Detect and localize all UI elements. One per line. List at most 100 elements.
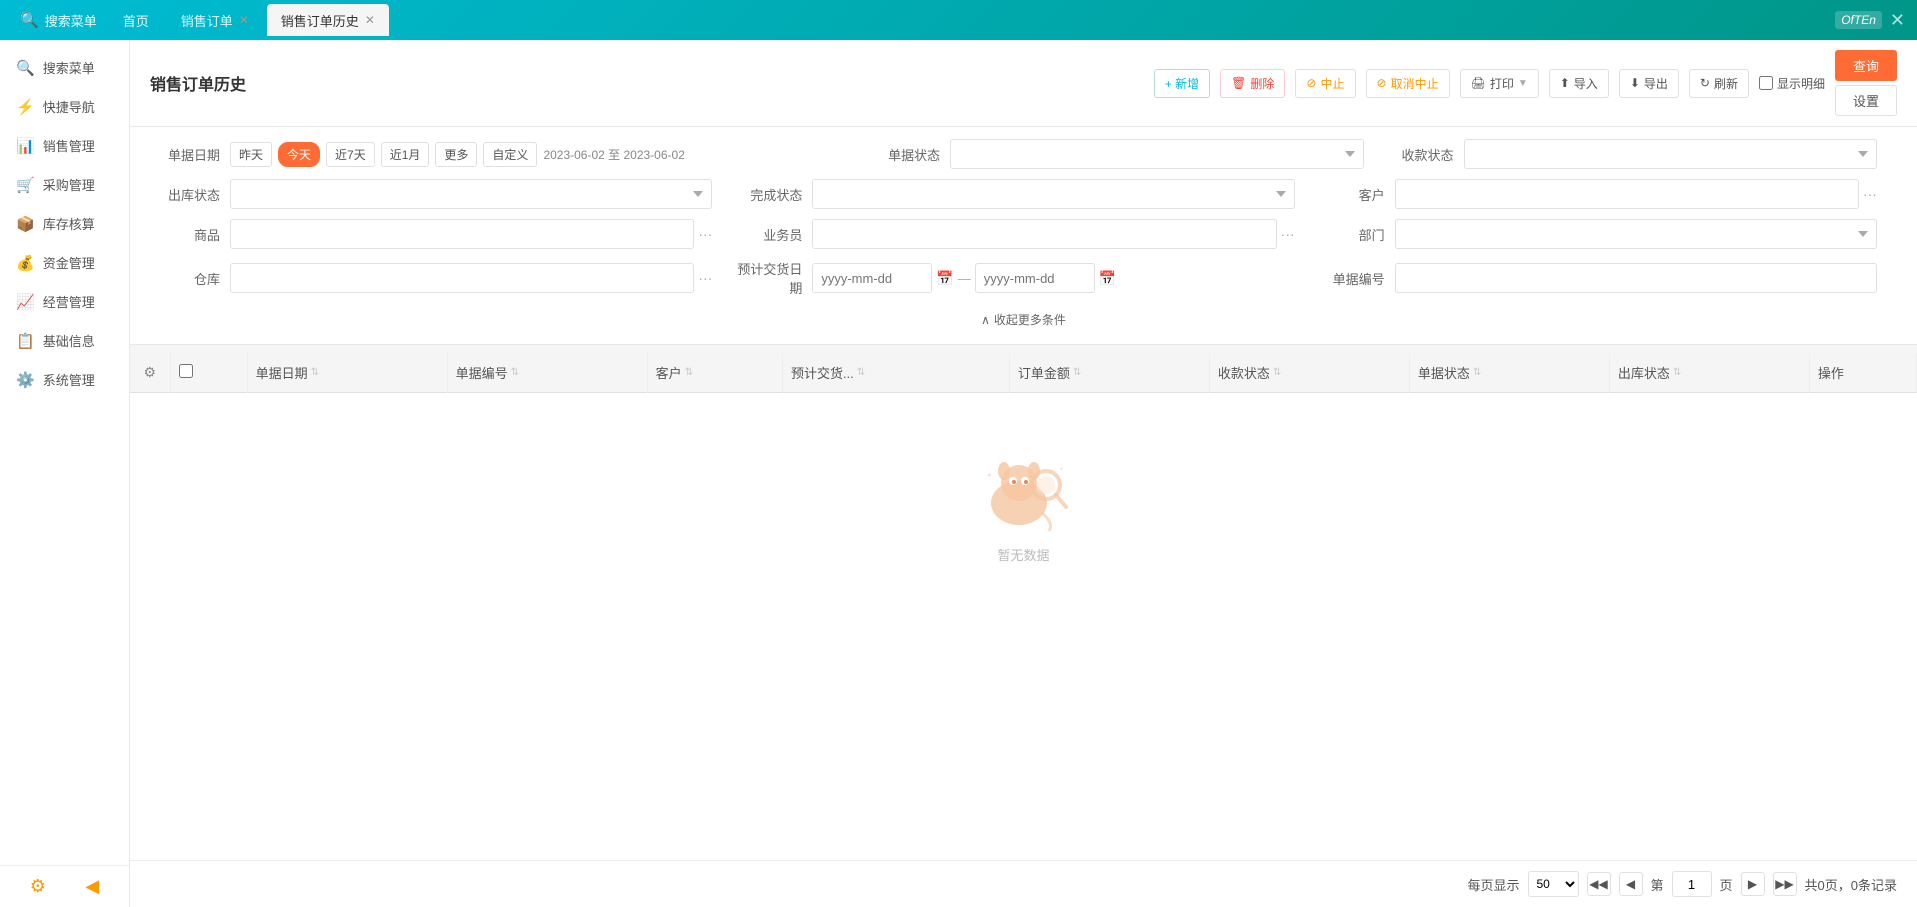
settings-bottom-icon[interactable]: ⚙: [30, 876, 46, 897]
date-btn-custom[interactable]: 自定义: [483, 142, 537, 167]
sidebar-item-inventory[interactable]: 📦 库存核算: [0, 204, 129, 243]
delivery-date-start[interactable]: [812, 263, 932, 293]
salesperson-input[interactable]: [812, 219, 1276, 249]
out-status-select[interactable]: [230, 179, 712, 209]
sidebar-item-basic-info[interactable]: 📋 基础信息: [0, 321, 129, 360]
sidebar-item-sales-mgmt[interactable]: 📊 销售管理: [0, 126, 129, 165]
sidebar-item-capital[interactable]: 💰 资金管理: [0, 243, 129, 282]
th-payment-status-label: 收款状态: [1218, 363, 1270, 382]
sidebar-item-system-mgmt[interactable]: ⚙️ 系统管理: [0, 360, 129, 399]
quick-nav-icon: ⚡: [16, 98, 35, 116]
page-label: 第: [1651, 875, 1664, 894]
label-product: 商品: [150, 225, 230, 244]
sidebar-item-operations[interactable]: 📈 经营管理: [0, 282, 129, 321]
operations-icon: 📈: [16, 293, 35, 311]
print-chevron-icon: ▼: [1518, 78, 1528, 89]
doc-number-input[interactable]: [1395, 263, 1877, 293]
display-toggle[interactable]: 显示明细: [1759, 75, 1825, 92]
field-salesperson: ···: [812, 219, 1294, 249]
label-delivery-date: 预计交货日期: [732, 259, 812, 297]
last-page-btn[interactable]: ▶▶: [1773, 872, 1797, 896]
date-btn-7days[interactable]: 近7天: [326, 142, 375, 167]
salesperson-dots[interactable]: ···: [1281, 226, 1295, 242]
th-checkbox: [170, 353, 247, 393]
sidebar-item-basic-info-label: 基础信息: [43, 331, 95, 350]
window-close-btn[interactable]: ✕: [1890, 10, 1905, 31]
page-size-select[interactable]: 20 50 100: [1528, 871, 1579, 897]
label-complete-status: 完成状态: [732, 185, 812, 204]
tab-sales-order[interactable]: 销售订单 ✕: [167, 4, 263, 36]
set-button-label: 设置: [1853, 94, 1879, 109]
tab-sales-order-close[interactable]: ✕: [239, 13, 249, 27]
import-button-label: 导入: [1574, 75, 1598, 92]
department-select[interactable]: [1395, 219, 1877, 249]
customer-input[interactable]: [1395, 179, 1859, 209]
th-amount[interactable]: 订单金额 ⇅: [1009, 353, 1209, 393]
query-button[interactable]: 查询: [1835, 50, 1897, 81]
svg-text:✦: ✦: [1059, 466, 1064, 473]
import-button[interactable]: ⬆ 导入: [1549, 69, 1609, 98]
set-button[interactable]: 设置: [1835, 85, 1897, 116]
export-button-label: 导出: [1644, 75, 1668, 92]
tab-home[interactable]: 首页: [109, 4, 163, 36]
customer-dots[interactable]: ···: [1863, 186, 1877, 202]
sidebar-item-quick-nav[interactable]: ⚡ 快捷导航: [0, 87, 129, 126]
select-all-checkbox[interactable]: [179, 364, 193, 378]
print-button[interactable]: 🖨 打印 ▼: [1460, 69, 1539, 98]
prev-page-btn[interactable]: ◀: [1619, 872, 1643, 896]
delivery-date-end[interactable]: [975, 263, 1095, 293]
label-payment-status: 收款状态: [1384, 145, 1464, 164]
search-menu-btn[interactable]: 🔍 搜索菜单: [12, 7, 105, 34]
stop-button[interactable]: ⊘ 中止: [1295, 69, 1355, 98]
collapse-button[interactable]: ∧ 收起更多条件: [977, 307, 1070, 332]
th-number[interactable]: 单据编号 ⇅: [447, 353, 647, 393]
refresh-button[interactable]: ↻ 刷新: [1689, 69, 1749, 98]
export-button[interactable]: ⬇ 导出: [1619, 69, 1679, 98]
settings-gear-icon[interactable]: ⚙: [143, 364, 156, 380]
product-dots[interactable]: ···: [698, 226, 712, 242]
stop-button-label: 中止: [1320, 75, 1344, 92]
prev-page-icon: ◀: [1626, 877, 1635, 891]
th-out-status[interactable]: 出库状态 ⇅: [1609, 353, 1809, 393]
cal-icon-end[interactable]: 📅: [1099, 270, 1116, 287]
tab-sales-order-history-label: 销售订单历史: [281, 11, 359, 30]
tab-sales-order-history[interactable]: 销售订单历史 ✕: [267, 4, 389, 36]
th-customer[interactable]: 客户 ⇅: [647, 353, 782, 393]
delete-button[interactable]: 🗑 删除: [1220, 69, 1285, 98]
top-bar-right: OfTEn ✕: [1835, 10, 1905, 31]
sort-icon-customer: ⇅: [685, 367, 693, 378]
complete-status-select[interactable]: [812, 179, 1294, 209]
sort-icon-number: ⇅: [511, 367, 519, 378]
tab-sales-order-history-close[interactable]: ✕: [365, 13, 375, 27]
date-btn-today[interactable]: 今天: [278, 142, 320, 167]
empty-text: 暂无数据: [997, 545, 1049, 564]
warehouse-input[interactable]: [230, 263, 694, 293]
field-date: 昨天 今天 近7天 近1月 更多 自定义 2023-06-02 至 2023-0…: [230, 142, 850, 167]
th-payment-status[interactable]: 收款状态 ⇅: [1209, 353, 1409, 393]
sidebar-item-purchase-mgmt[interactable]: 🛒 采购管理: [0, 165, 129, 204]
next-page-icon: ▶: [1748, 877, 1757, 891]
sidebar-bottom: ⚙ ◀: [0, 865, 129, 907]
cal-icon-start[interactable]: 📅: [936, 270, 953, 287]
cancel-stop-button[interactable]: ⊘ 取消中止: [1366, 69, 1450, 98]
capital-icon: 💰: [16, 254, 35, 272]
th-delivery[interactable]: 预计交货... ⇅: [782, 353, 1009, 393]
sidebar-item-search-menu[interactable]: 🔍 搜索菜单: [0, 48, 129, 87]
sort-icon-date: ⇅: [311, 367, 319, 378]
display-toggle-checkbox[interactable]: [1759, 76, 1773, 90]
th-date[interactable]: 单据日期 ⇅: [247, 353, 447, 393]
date-btn-yesterday[interactable]: 昨天: [230, 142, 272, 167]
date-btn-more[interactable]: 更多: [435, 142, 477, 167]
product-input[interactable]: [230, 219, 694, 249]
payment-status-select[interactable]: [1464, 139, 1877, 169]
first-page-btn[interactable]: ◀◀: [1587, 872, 1611, 896]
collapse-sidebar-icon[interactable]: ◀: [85, 876, 99, 897]
th-doc-status[interactable]: 单据状态 ⇅: [1409, 353, 1609, 393]
date-btn-1month[interactable]: 近1月: [381, 142, 430, 167]
warehouse-dots[interactable]: ···: [698, 270, 712, 286]
field-doc-status: [950, 139, 1363, 169]
doc-status-select[interactable]: [950, 139, 1363, 169]
next-page-btn[interactable]: ▶: [1741, 872, 1765, 896]
new-button[interactable]: + 新增: [1154, 69, 1210, 98]
page-input[interactable]: [1672, 871, 1712, 897]
